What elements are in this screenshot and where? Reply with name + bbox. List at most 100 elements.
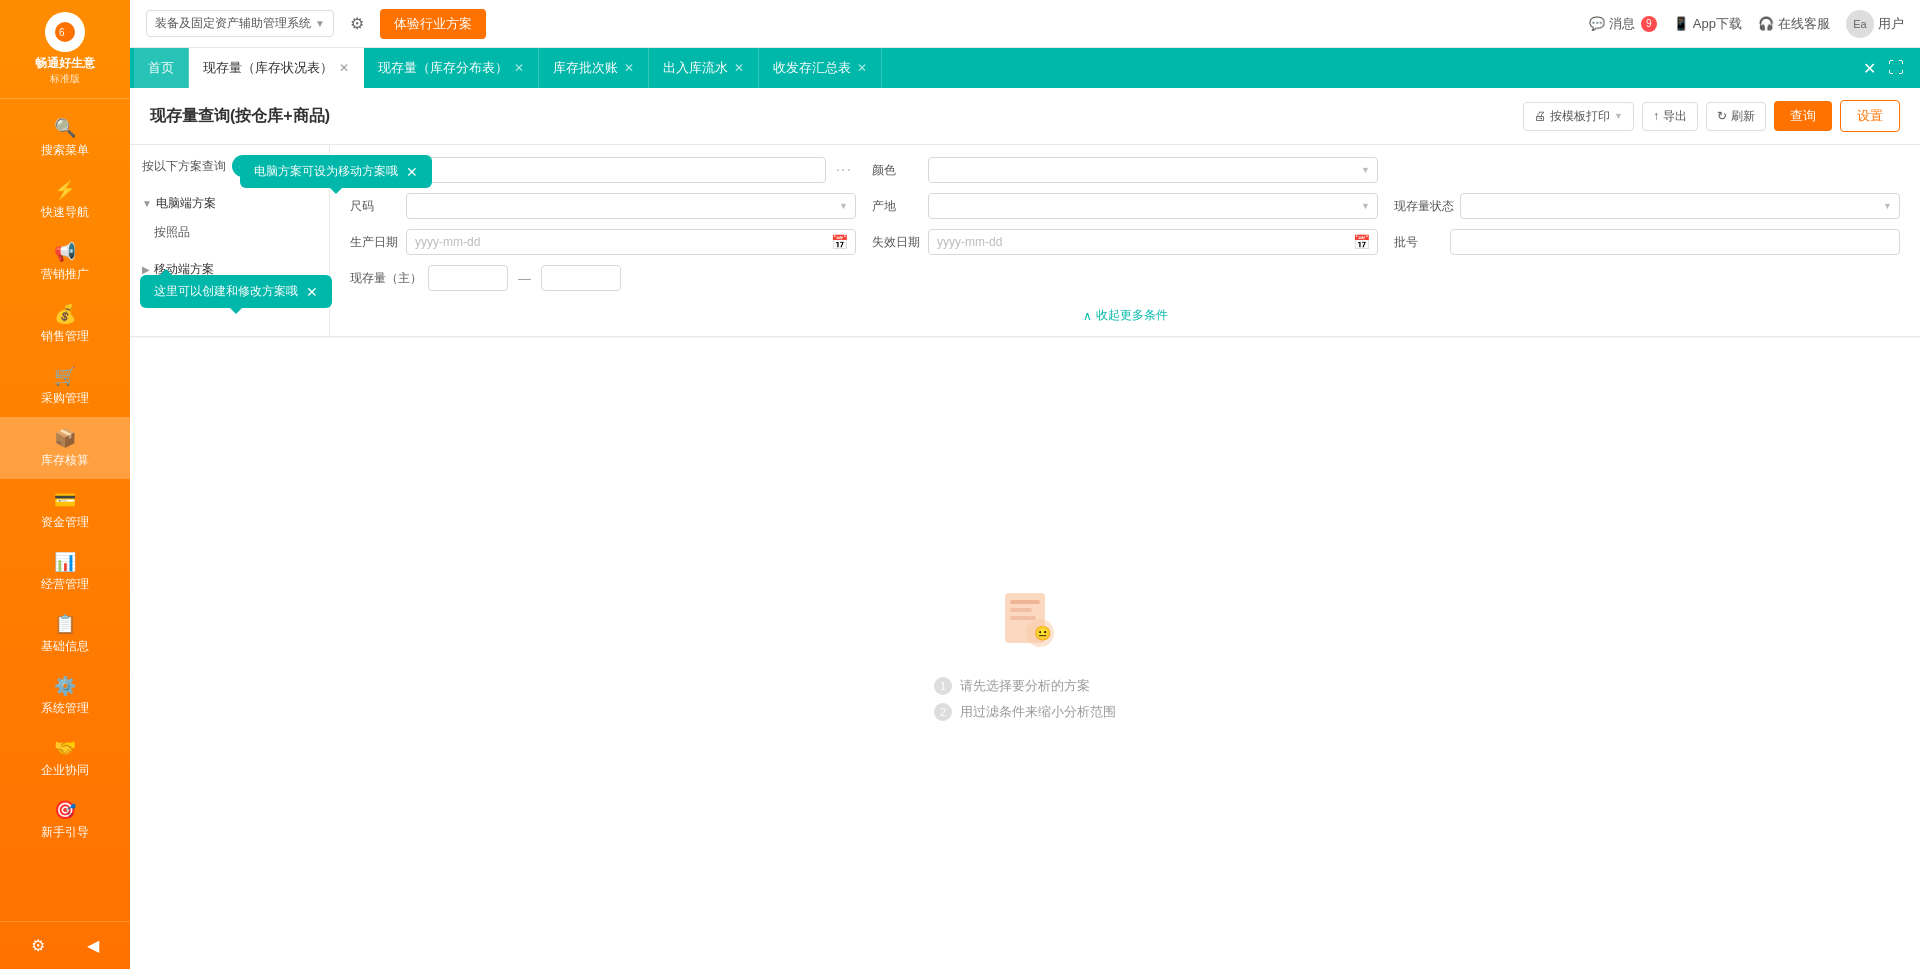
- message-btn[interactable]: 💬 消息 9: [1589, 15, 1657, 33]
- step-2-text: 用过滤条件来缩小分析范围: [960, 703, 1116, 721]
- marketing-icon: 📢: [54, 241, 76, 263]
- sidebar-item-purchase[interactable]: 🛒 采购管理: [0, 355, 130, 417]
- sidebar-item-sales[interactable]: 💰 销售管理: [0, 293, 130, 355]
- scheme-group-pc-header[interactable]: ▼ 电脑端方案: [130, 189, 329, 218]
- sidebar-item-operation[interactable]: 📊 经营管理: [0, 541, 130, 603]
- sidebar-item-search[interactable]: 🔍 搜索菜单: [0, 107, 130, 169]
- stock-status-label: 现存量状态: [1394, 198, 1454, 215]
- content-actions: 🖨 按模板打印 ▼ ↑ 导出 ↻ 刷新 查询 设置: [1523, 100, 1900, 144]
- tab-inventory-status-label: 现存量（库存状况表）: [203, 59, 333, 77]
- topbar-left: 装备及固定资产辅助管理系统 ▼ ⚙ 体验行业方案: [146, 9, 486, 39]
- query-button[interactable]: 查询: [1774, 101, 1832, 131]
- prod-date-input[interactable]: [406, 229, 856, 255]
- tab-close-inventory-status[interactable]: ✕: [339, 61, 349, 75]
- svg-point-0: [55, 22, 75, 42]
- scheme-header-label: 按以下方案查询: [142, 158, 226, 175]
- chevron-down-print-icon: ▼: [1614, 111, 1623, 121]
- tab-close-inventory-dist[interactable]: ✕: [514, 61, 524, 75]
- svg-rect-5: [1010, 616, 1036, 620]
- origin-select[interactable]: [928, 193, 1378, 219]
- online-support-btn[interactable]: 🎧 在线客服: [1758, 15, 1830, 33]
- batch-no-input[interactable]: [1450, 229, 1900, 255]
- quick-icon: ⚡: [54, 179, 76, 201]
- scheme-group-pc: ▼ 电脑端方案 按照品: [130, 185, 329, 251]
- sidebar-item-basic[interactable]: 📋 基础信息: [0, 603, 130, 665]
- stock-main-input[interactable]: [428, 265, 508, 291]
- refresh-icon: ↻: [1717, 109, 1727, 123]
- export-btn[interactable]: ↑ 导出: [1642, 102, 1698, 131]
- sidebar-label-guide: 新手引导: [41, 824, 89, 841]
- create-scheme-tooltip: 这里可以创建和修改方案哦 ✕: [140, 275, 332, 308]
- guide-icon: 🎯: [54, 799, 76, 821]
- phone-icon: 📱: [1673, 16, 1689, 31]
- settings-bottom-btn[interactable]: ⚙: [27, 932, 49, 959]
- logo-icon: 6: [45, 12, 85, 52]
- message-icon: 💬: [1589, 16, 1605, 31]
- export-icon: ↑: [1653, 109, 1659, 123]
- goods-dots-btn[interactable]: ···: [832, 161, 856, 179]
- tab-batch-account[interactable]: 库存批次账 ✕: [539, 48, 649, 88]
- tab-recv-summary[interactable]: 收发存汇总表 ✕: [759, 48, 882, 88]
- tabbar: 首页 现存量（库存状况表） ✕ 现存量（库存分布表） ✕ 库存批次账 ✕ 出入库…: [130, 48, 1920, 88]
- operation-icon: 📊: [54, 551, 76, 573]
- filter-field-origin: 产地: [872, 193, 1378, 219]
- sidebar-item-inventory[interactable]: 📦 库存核算: [0, 417, 130, 479]
- fullscreen-btn[interactable]: ⛶: [1884, 55, 1908, 81]
- goods-input[interactable]: [406, 157, 826, 183]
- sidebar-item-quick[interactable]: ⚡ 快速导航: [0, 169, 130, 231]
- sidebar-item-marketing[interactable]: 📢 营销推广: [0, 231, 130, 293]
- step-1-text: 请先选择要分析的方案: [960, 677, 1090, 695]
- size-select[interactable]: [406, 193, 856, 219]
- page-title: 现存量查询(按仓库+商品): [150, 106, 330, 139]
- system-selector[interactable]: 装备及固定资产辅助管理系统 ▼: [146, 10, 334, 37]
- batch-no-label: 批号: [1394, 234, 1444, 251]
- create-tooltip-text: 这里可以创建和修改方案哦: [154, 283, 298, 300]
- tab-close-recv-summary[interactable]: ✕: [857, 61, 867, 75]
- settings-gear-btn[interactable]: ⚙: [342, 9, 372, 39]
- enterprise-icon: 🤝: [54, 737, 76, 759]
- stock-status-select[interactable]: [1460, 193, 1900, 219]
- tab-inventory-dist[interactable]: 现存量（库存分布表） ✕: [364, 48, 539, 88]
- collapse-more-btn[interactable]: ∧ 收起更多条件: [1083, 307, 1168, 324]
- close-all-tabs-btn[interactable]: ✕: [1859, 55, 1880, 82]
- stock-main-input-end[interactable]: [541, 265, 621, 291]
- sidebar-item-finance[interactable]: 💳 资金管理: [0, 479, 130, 541]
- sidebar: 6 畅通好生意 标准版 🔍 搜索菜单 ⚡ 快速导航 📢 营销推广 💰 销售管理 …: [0, 0, 130, 969]
- filter-field-stock-main: 现存量（主） —: [350, 265, 856, 291]
- template-print-btn[interactable]: 🖨 按模板打印 ▼: [1523, 102, 1634, 131]
- scheme-item-by-goods[interactable]: 按照品: [130, 218, 329, 247]
- tab-close-inout-flow[interactable]: ✕: [734, 61, 744, 75]
- sidebar-item-enterprise[interactable]: 🤝 企业协同: [0, 727, 130, 789]
- tab-inout-flow[interactable]: 出入库流水 ✕: [649, 48, 759, 88]
- svg-text:6: 6: [59, 27, 65, 38]
- sidebar-label-quick: 快速导航: [41, 204, 89, 221]
- filter-field-size: 尺码: [350, 193, 856, 219]
- expiry-date-input[interactable]: [928, 229, 1378, 255]
- scheme-tooltip-close-btn[interactable]: ✕: [406, 164, 418, 180]
- tab-inout-flow-label: 出入库流水: [663, 59, 728, 77]
- refresh-btn[interactable]: ↻ 刷新: [1706, 102, 1766, 131]
- scheme-tooltip: 电脑方案可设为移动方案哦 ✕: [240, 155, 432, 188]
- collapse-row: ∧ 收起更多条件: [350, 301, 1900, 324]
- sidebar-item-guide[interactable]: 🎯 新手引导: [0, 789, 130, 851]
- tab-inventory-status[interactable]: 现存量（库存状况表） ✕: [189, 48, 364, 88]
- sidebar-label-operation: 经营管理: [41, 576, 89, 593]
- industry-solution-btn[interactable]: 体验行业方案: [380, 9, 486, 39]
- chevron-down-icon: ▼: [315, 18, 325, 29]
- tab-home[interactable]: 首页: [134, 48, 189, 88]
- empty-illustration: 😐: [985, 578, 1065, 661]
- chevron-up-icon: ∧: [1083, 309, 1092, 323]
- app-download-btn[interactable]: 📱 App下载: [1673, 15, 1742, 33]
- origin-label: 产地: [872, 198, 922, 215]
- collapse-sidebar-btn[interactable]: ◀: [83, 932, 103, 959]
- tab-close-batch-account[interactable]: ✕: [624, 61, 634, 75]
- sidebar-label-marketing: 营销推广: [41, 266, 89, 283]
- color-select[interactable]: [928, 157, 1378, 183]
- create-tooltip-close-btn[interactable]: ✕: [306, 284, 318, 300]
- user-area[interactable]: Ea 用户: [1846, 10, 1904, 38]
- sidebar-item-system[interactable]: ⚙️ 系统管理: [0, 665, 130, 727]
- basic-icon: 📋: [54, 613, 76, 635]
- chevron-right-icon: ▼: [142, 198, 152, 209]
- sidebar-label-system: 系统管理: [41, 700, 89, 717]
- reset-button[interactable]: 设置: [1840, 100, 1900, 132]
